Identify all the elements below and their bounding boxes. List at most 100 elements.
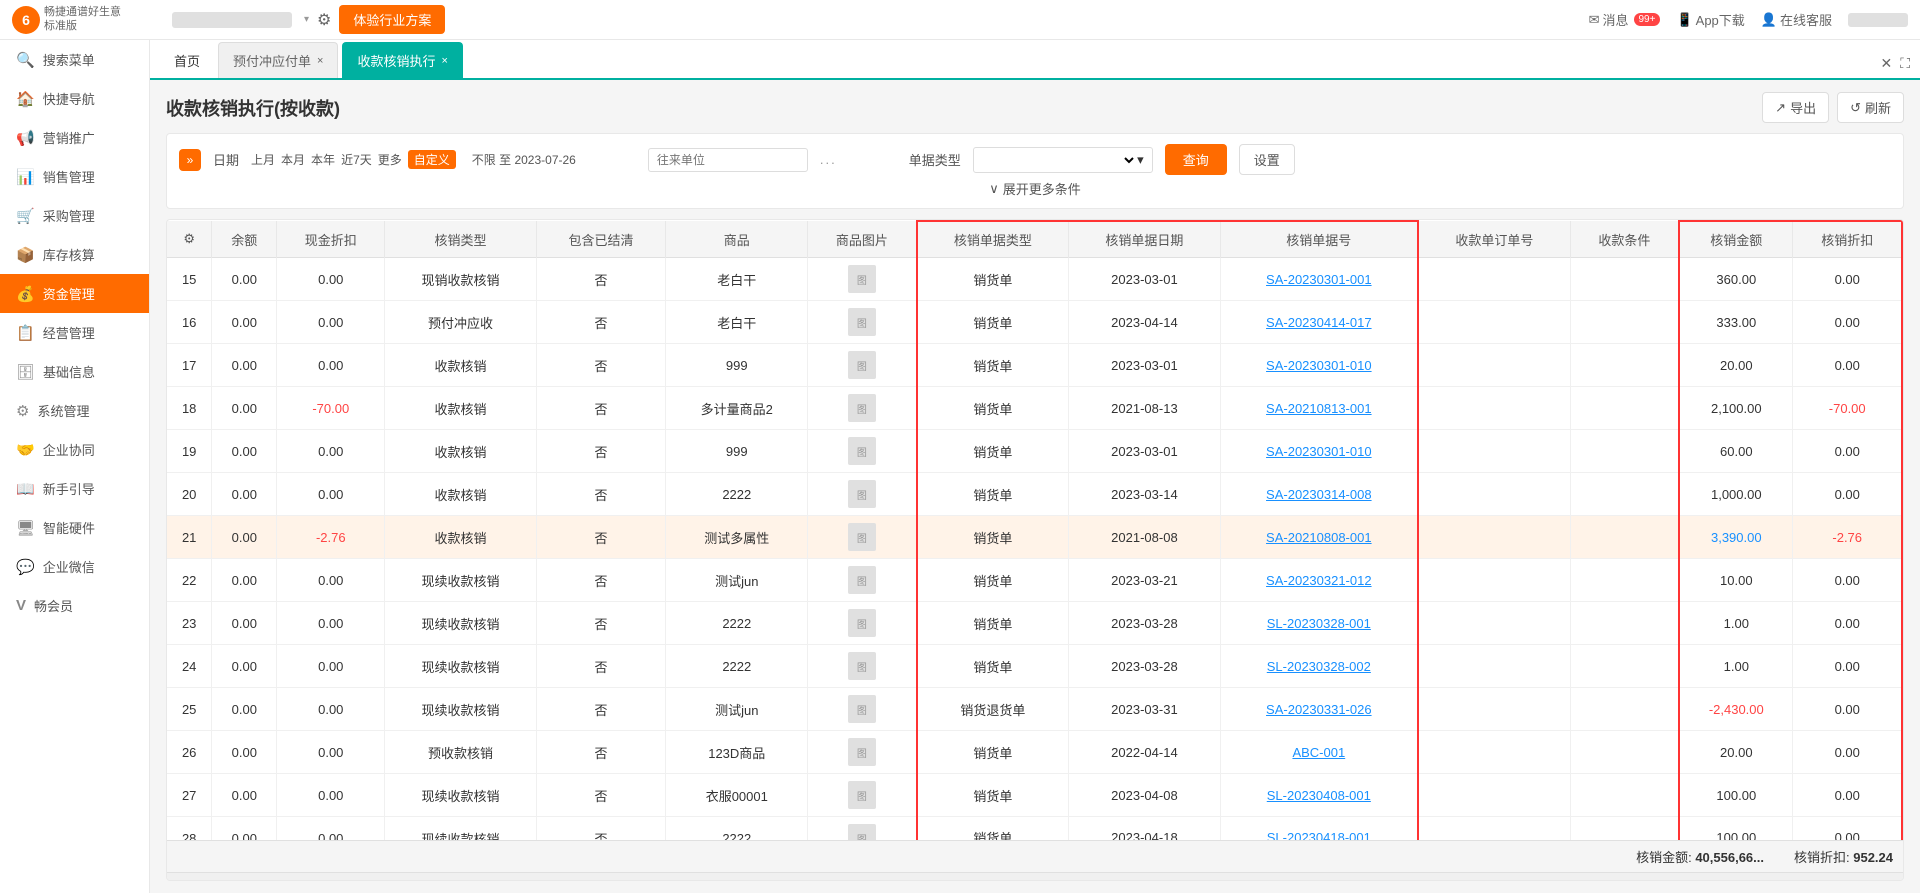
filter-settings-button[interactable]: 设置 [1239,144,1295,175]
date-this-month[interactable]: 本月 [281,151,305,168]
td-verify-bill-no[interactable]: SA-20210813-001 [1220,387,1418,430]
td-verify-bill-no[interactable]: SL-20230418-001 [1220,817,1418,841]
refresh-button[interactable]: ↺ 刷新 [1837,92,1904,123]
online-service-item[interactable]: 👤 在线客服 [1761,10,1832,29]
td-verify-bill-no[interactable]: SL-20230328-002 [1220,645,1418,688]
tab-home-label: 首页 [174,51,200,70]
trial-button[interactable]: 体验行业方案 [339,5,445,34]
th-verify-bill-no: 核销单据号 [1220,221,1418,258]
td-receipt-order-no [1418,473,1570,516]
td-goods: 多计量商品2 [666,387,808,430]
td-include-settled: 否 [536,473,666,516]
td-cash-discount: 0.00 [277,817,385,841]
dropdown-arrow-icon[interactable]: ▾ [304,14,309,25]
td-goods: 999 [666,344,808,387]
td-no: 23 [167,602,212,645]
td-verify-bill-no[interactable]: SL-20230408-001 [1220,774,1418,817]
td-receipt-condition [1570,387,1679,430]
sidebar-item-marketing[interactable]: 📢 营销推广 [0,118,149,157]
td-balance: 0.00 [212,688,277,731]
td-no: 16 [167,301,212,344]
filter-expand-button[interactable]: » [179,149,201,171]
tab-prepay[interactable]: 预付冲应付单 × [218,42,338,78]
td-receipt-condition [1570,516,1679,559]
td-cash-discount: 0.00 [277,731,385,774]
bottom-scrollbar[interactable] [167,872,1903,880]
partner-input[interactable] [648,148,808,172]
sidebar-item-inventory[interactable]: 📦 库存核算 [0,235,149,274]
voucher-type-select[interactable] [982,152,1137,168]
sales-icon: 📊 [16,168,35,186]
td-verify-amount: 100.00 [1679,817,1793,841]
messages-item[interactable]: ✉ 消息 99+ [1589,10,1661,29]
td-goods-image: 图 [808,387,917,430]
sidebar-item-corp-collab[interactable]: 🤝 企业协同 [0,430,149,469]
sidebar-item-wechat[interactable]: 💬 企业微信 [0,547,149,586]
td-receipt-order-no [1418,774,1570,817]
td-verify-discount: -2.76 [1793,516,1902,559]
sidebar-item-finance[interactable]: 💰 资金管理 [0,274,149,313]
th-gear[interactable]: ⚙ [167,221,212,258]
app-download-item[interactable]: 📱 App下载 [1676,10,1744,29]
td-goods: 2222 [666,602,808,645]
sidebar-item-sys-mgmt[interactable]: ⚙ 系统管理 [0,391,149,430]
tab-verify-close[interactable]: × [441,55,447,67]
tab-prepay-label: 预付冲应付单 [233,51,311,70]
td-verify-bill-no[interactable]: SL-20230328-001 [1220,602,1418,645]
date-custom[interactable]: 自定义 [408,150,456,169]
table-scroll[interactable]: ⚙ 余额 现金折扣 核销类型 包含已结清 商品 商品图片 核销单据类型 核销单据… [167,220,1903,840]
td-verify-bill-no[interactable]: SA-20230301-001 [1220,258,1418,301]
tab-home[interactable]: 首页 [160,43,214,78]
td-receipt-order-no [1418,602,1570,645]
sidebar-item-purchase-mgmt[interactable]: 🛒 采购管理 [0,196,149,235]
td-verify-bill-type: 销货单 [917,559,1069,602]
sidebar-item-ops-mgmt[interactable]: 📋 经营管理 [0,313,149,352]
td-verify-discount: 0.00 [1793,559,1902,602]
user-name-item[interactable] [1848,13,1908,27]
date-filter-label: 日期 [213,150,239,169]
sidebar-item-search[interactable]: 🔍 搜索菜单 [0,40,149,79]
tab-expand-icon[interactable]: ⛶ [1900,55,1910,72]
sidebar-item-sales-mgmt[interactable]: 📊 销售管理 [0,157,149,196]
td-verify-bill-no[interactable]: SA-20210808-001 [1220,516,1418,559]
date-more[interactable]: 更多 [378,151,402,168]
footer-verify-discount: 核销折扣: 952.24 [1794,847,1893,866]
td-receipt-condition [1570,473,1679,516]
td-verify-bill-no[interactable]: SA-20230301-010 [1220,430,1418,473]
td-verify-bill-no[interactable]: SA-20230331-026 [1220,688,1418,731]
expand-more-conditions[interactable]: ∨ 展开更多条件 [179,175,1891,198]
td-verify-bill-no[interactable]: SA-20230414-017 [1220,301,1418,344]
td-no: 18 [167,387,212,430]
td-verify-bill-no[interactable]: SA-20230301-010 [1220,344,1418,387]
td-verify-bill-no[interactable]: SA-20230314-008 [1220,473,1418,516]
query-button[interactable]: 查询 [1165,144,1227,175]
th-verify-discount: 核销折扣 [1793,221,1902,258]
date-this-year[interactable]: 本年 [311,151,335,168]
td-no: 19 [167,430,212,473]
td-verify-discount: 0.00 [1793,430,1902,473]
sidebar-item-finance-label: 资金管理 [43,284,95,303]
voucher-type-select-wrapper[interactable]: ▾ [973,147,1153,173]
date-last-7-days[interactable]: 近7天 [341,151,372,168]
td-verify-amount: 1.00 [1679,645,1793,688]
tab-verify[interactable]: 收款核销执行 × [342,42,462,78]
td-goods: 2222 [666,817,808,841]
tab-close-all-icon[interactable]: ✕ [1880,55,1892,72]
date-links: 上月 本月 本年 近7天 更多 自定义 [251,150,456,169]
td-verify-bill-no[interactable]: ABC-001 [1220,731,1418,774]
td-no: 21 [167,516,212,559]
table-row: 17 0.00 0.00 收款核销 否 999 图 销货单 2023-03-01… [167,344,1902,387]
sidebar-item-beginner[interactable]: 📖 新手引导 [0,469,149,508]
export-button[interactable]: ↗ 导出 [1762,92,1829,123]
sidebar-item-smart-hw[interactable]: 🖥 智能硬件 [0,508,149,547]
date-last-month[interactable]: 上月 [251,151,275,168]
td-verify-bill-date: 2023-03-31 [1069,688,1220,731]
sidebar-item-quick-nav[interactable]: 🏠 快捷导航 [0,79,149,118]
tab-prepay-close[interactable]: × [317,55,323,67]
td-verify-bill-no[interactable]: SA-20230321-012 [1220,559,1418,602]
sidebar-item-basic-info[interactable]: 🗄 基础信息 [0,352,149,391]
sidebar-item-member[interactable]: V 畅会员 [0,586,149,625]
marketing-icon: 📢 [16,129,35,147]
settings-icon[interactable]: ⚙ [317,10,331,30]
td-verify-bill-date: 2021-08-13 [1069,387,1220,430]
